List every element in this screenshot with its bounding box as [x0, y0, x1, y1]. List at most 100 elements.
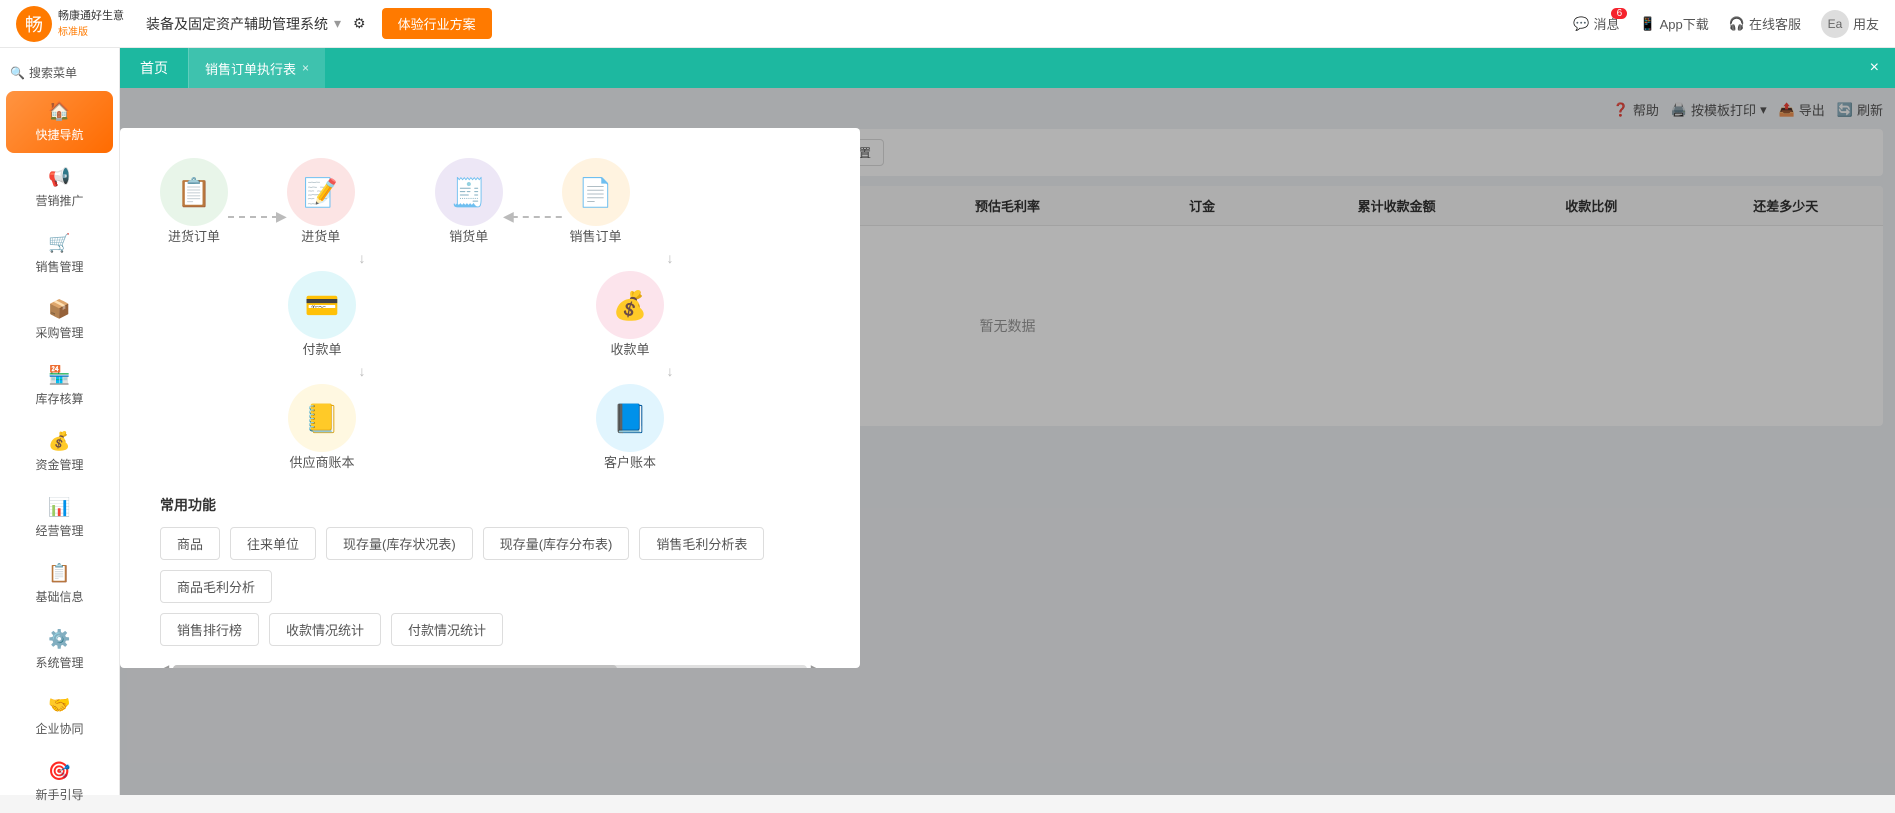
sales-order-label: 销售订单 [570, 226, 622, 245]
func-buttons-row2: 销售排行榜 收款情况统计 付款情况统计 [160, 613, 820, 646]
system-title-text: 装备及固定资产辅助管理系统 [146, 14, 328, 34]
func-btn-partner[interactable]: 往来单位 [230, 527, 316, 560]
main-layout: 🔍 搜索菜单 🏠 快捷导航 📢 营销推广 🛒 销售管理 📦 采购管理 🏪 库存核… [0, 48, 1895, 795]
receipt-bill-circle: 💰 [596, 271, 664, 339]
search-menu[interactable]: 🔍 搜索菜单 [0, 56, 119, 89]
flow-node-sales-bill[interactable]: 🧾 销货单 [435, 158, 503, 245]
tab-close-icon[interactable]: × [302, 61, 309, 75]
func-btn-sales-profit[interactable]: 销售毛利分析表 [639, 527, 764, 560]
logo-text: 畅康通好生意 标准版 [58, 9, 124, 38]
payment-bill-label: 付款单 [302, 339, 341, 358]
down-arrow-receipt: ↓ [636, 362, 704, 380]
sidebar-item-purchase-mgmt[interactable]: 📦 采购管理 [6, 289, 113, 351]
func-btn-product[interactable]: 商品 [160, 527, 220, 560]
sidebar: 🔍 搜索菜单 🏠 快捷导航 📢 营销推广 🛒 销售管理 📦 采购管理 🏪 库存核… [0, 48, 120, 795]
func-btn-stock-dist[interactable]: 现存量(库存分布表) [483, 527, 630, 560]
message-icon: 💬 [1573, 16, 1589, 32]
modal-box: 📋 进货订单 ▶ [120, 128, 860, 668]
page-content: ❓ 帮助 🖨️ 按模板打印 ▾ 📤 导出 🔄 刷新 [120, 88, 1895, 795]
flow-node-purchase-order[interactable]: 📋 进货订单 [160, 158, 228, 245]
marketing-icon: 📢 [48, 167, 70, 188]
sidebar-item-finance-mgmt[interactable]: 💰 资金管理 [6, 421, 113, 483]
down-arrow-payment: ↓ [328, 362, 396, 380]
flow-node-supplier-ledger[interactable]: 📒 供应商账本 [288, 384, 356, 471]
purchase-order-circle: 📋 [160, 158, 228, 226]
purchase-bill-label: 进货单 [301, 226, 340, 245]
down-arrow-purchase: ↓ [328, 249, 396, 267]
func-btn-stock-status[interactable]: 现存量(库存状况表) [326, 527, 473, 560]
flow-diagram: 📋 进货订单 ▶ [160, 158, 820, 471]
inventory-icon: 🏪 [48, 365, 70, 386]
sales-bill-label: 销货单 [449, 226, 488, 245]
message-button[interactable]: 💬 消息 6 [1573, 14, 1619, 33]
payment-bill-circle: 💳 [288, 271, 356, 339]
common-functions-section: 常用功能 商品 往来单位 现存量(库存状况表) 现存量(库存分布表) 销售毛利分… [160, 495, 820, 646]
sidebar-item-inventory[interactable]: 🏪 库存核算 [6, 355, 113, 417]
user-menu[interactable]: Ea 用友 [1821, 10, 1879, 38]
sidebar-item-system-mgmt[interactable]: ⚙️ 系统管理 [6, 619, 113, 681]
flow-node-receipt-bill[interactable]: 💰 收款单 [596, 271, 664, 358]
top-header: 畅 畅康通好生意 标准版 装备及固定资产辅助管理系统 ▾ ⚙ 体验行业方案 💬 … [0, 0, 1895, 48]
sales-order-circle: 📄 [562, 158, 630, 226]
receipt-bill-label: 收款单 [610, 339, 649, 358]
trial-button[interactable]: 体验行业方案 [382, 8, 492, 39]
basic-info-icon: 📋 [48, 563, 70, 584]
purchase-icon: 📦 [48, 299, 70, 320]
tab-sales-order[interactable]: 销售订单执行表 × [189, 48, 325, 88]
sidebar-item-marketing[interactable]: 📢 营销推广 [6, 157, 113, 219]
sidebar-item-operations[interactable]: 📊 经营管理 [6, 487, 113, 549]
arrow-order-to-bill: ▶ [503, 208, 562, 245]
horizontal-scrollbar[interactable]: ◀ ▶ [160, 662, 820, 668]
func-btn-payment-stats[interactable]: 付款情况统计 [391, 613, 503, 646]
enterprise-icon: 🤝 [48, 695, 70, 716]
operations-icon: 📊 [48, 497, 70, 518]
app-download-button[interactable]: 📱 App下载 [1639, 14, 1708, 33]
scroll-right-arrow[interactable]: ▶ [811, 662, 820, 668]
func-btn-sales-rank[interactable]: 销售排行榜 [160, 613, 259, 646]
scroll-track[interactable] [173, 665, 807, 668]
modal-overlay[interactable]: 📋 进货订单 ▶ [120, 88, 1895, 795]
customer-ledger-circle: 📘 [596, 384, 664, 452]
scroll-thumb[interactable] [173, 665, 616, 668]
scroll-left-arrow[interactable]: ◀ [160, 662, 169, 668]
supplier-ledger-label: 供应商账本 [289, 452, 354, 471]
gear-icon[interactable]: ⚙ [353, 15, 366, 32]
flow-node-payment-bill[interactable]: 💳 付款单 [288, 271, 356, 358]
app-download-icon: 📱 [1639, 16, 1655, 32]
purchase-bill-circle: 📝 [287, 158, 355, 226]
func-btn-receipt-stats[interactable]: 收款情况统计 [269, 613, 381, 646]
finance-icon: 💰 [48, 431, 70, 452]
sidebar-item-basic-info[interactable]: 📋 基础信息 [6, 553, 113, 615]
tab-home[interactable]: 首页 [120, 48, 189, 88]
content-area: 首页 销售订单执行表 × × ❓ 帮助 🖨️ 按模板打印 ▾ [120, 48, 1895, 795]
header-right: 💬 消息 6 📱 App下载 🎧 在线客服 Ea 用友 [1573, 10, 1879, 38]
avatar: Ea [1821, 10, 1849, 38]
purchase-order-label: 进货订单 [168, 226, 220, 245]
sidebar-item-newbie[interactable]: 🎯 新手引导 [6, 751, 113, 813]
tab-bar: 首页 销售订单执行表 × × [120, 48, 1895, 88]
sidebar-item-sales-mgmt[interactable]: 🛒 销售管理 [6, 223, 113, 285]
down-arrow-sales: ↓ [636, 249, 704, 267]
flow-node-sales-order[interactable]: 📄 销售订单 [562, 158, 630, 245]
flow-node-customer-ledger[interactable]: 📘 客户账本 [596, 384, 664, 471]
sidebar-item-enterprise[interactable]: 🤝 企业协同 [6, 685, 113, 747]
func-btn-product-profit[interactable]: 商品毛利分析 [160, 570, 272, 603]
system-icon: ⚙️ [48, 629, 70, 650]
online-service-button[interactable]: 🎧 在线客服 [1729, 14, 1801, 33]
headset-icon: 🎧 [1729, 16, 1745, 32]
message-badge: 6 [1611, 8, 1627, 19]
func-buttons-row1: 商品 往来单位 现存量(库存状况表) 现存量(库存分布表) 销售毛利分析表 商品… [160, 527, 820, 603]
sales-bill-circle: 🧾 [435, 158, 503, 226]
close-all-tabs-icon[interactable]: × [1854, 59, 1895, 77]
flow-node-purchase-bill[interactable]: 📝 进货单 [287, 158, 355, 245]
supplier-ledger-circle: 📒 [288, 384, 356, 452]
sales-icon: 🛒 [48, 233, 70, 254]
system-title-dropdown-icon[interactable]: ▾ [334, 15, 341, 32]
customer-ledger-label: 客户账本 [604, 452, 656, 471]
common-func-title: 常用功能 [160, 495, 820, 515]
arrow-purchase-to-bill: ▶ [228, 208, 287, 245]
home-icon: 🏠 [48, 101, 70, 122]
sidebar-item-quick-nav[interactable]: 🏠 快捷导航 [6, 91, 113, 153]
newbie-icon: 🎯 [48, 761, 70, 782]
logo-area: 畅 畅康通好生意 标准版 [16, 6, 136, 42]
